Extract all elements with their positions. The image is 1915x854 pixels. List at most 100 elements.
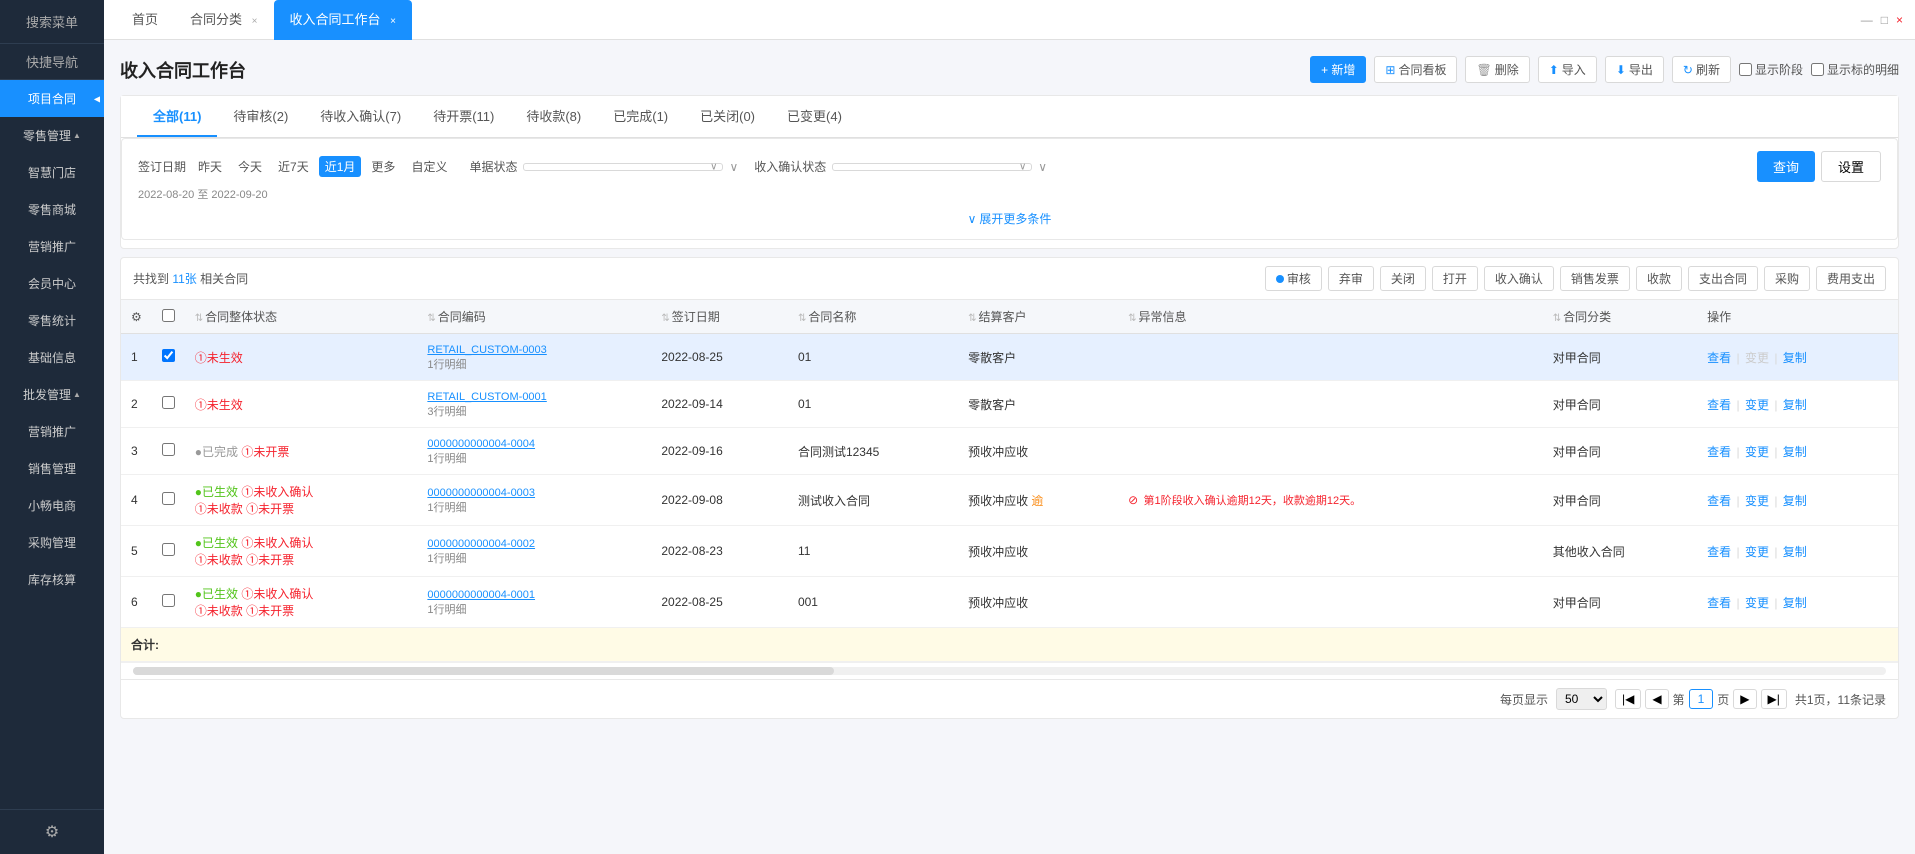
show-details-checkbox[interactable]: 显示标的明细 [1811,61,1899,78]
th-name[interactable]: 合同名称 [788,300,958,334]
op-view-6[interactable]: 查看 [1707,596,1731,610]
sidebar-item-sales-mgmt[interactable]: 销售管理 [0,450,104,487]
action-expense[interactable]: 费用支出 [1816,266,1886,291]
row-checkbox-1[interactable] [162,349,175,362]
row-checkbox-4[interactable] [162,492,175,505]
doc-status-select[interactable] [523,163,723,171]
code-link-4[interactable]: 0000000000004-0003 [427,487,535,499]
op-view-2[interactable]: 查看 [1707,398,1731,412]
show-segments-input[interactable] [1739,63,1752,76]
page-next-btn[interactable]: ▶ [1733,689,1756,709]
horizontal-scrollbar[interactable] [121,662,1898,679]
op-copy-2[interactable]: 复制 [1783,398,1807,412]
maximize-btn[interactable]: □ [1881,13,1888,27]
contract-board-button[interactable]: ⊞ 合同看板 [1374,56,1457,83]
op-view-1[interactable]: 查看 [1707,351,1731,365]
op-view-5[interactable]: 查看 [1707,545,1731,559]
date-opt-last1month[interactable]: 近1月 [319,156,362,177]
close-btn-window[interactable]: × [1896,13,1903,27]
sidebar-item-inventory[interactable]: 库存核算 [0,561,104,598]
sidebar-item-project[interactable]: 项目合同 ◀ [0,80,104,117]
action-review[interactable]: 审核 [1265,266,1322,291]
income-confirm-select[interactable] [832,163,1032,171]
op-copy-3[interactable]: 复制 [1783,445,1807,459]
gear-icon[interactable]: ⚙ [12,822,92,842]
date-opt-today[interactable]: 今天 [232,156,268,177]
filter-tab-closed[interactable]: 已关闭(0) [684,96,771,137]
code-link-3[interactable]: 0000000000004-0004 [427,438,535,450]
minimize-btn[interactable]: — [1861,13,1873,27]
th-exception[interactable]: 异常信息 [1118,300,1543,334]
date-opt-last7[interactable]: 近7天 [272,156,315,177]
setting-button[interactable]: 设置 [1821,151,1881,182]
date-opt-more[interactable]: 更多 [365,156,401,177]
filter-tab-pending-payment[interactable]: 待收款(8) [510,96,597,137]
scroll-thumb[interactable] [133,667,834,675]
th-sign-date[interactable]: 签订日期 [651,300,788,334]
cell-cb-6[interactable] [152,577,185,628]
tab-income-workbench[interactable]: 收入合同工作台 × [274,0,412,40]
sidebar-item-member[interactable]: 会员中心 [0,265,104,302]
date-opt-yesterday[interactable]: 昨天 [192,156,228,177]
new-button[interactable]: + 新增 [1310,56,1366,83]
th-customer[interactable]: 结算客户 [958,300,1118,334]
row-checkbox-2[interactable] [162,396,175,409]
sidebar-item-retail-stats[interactable]: 零售统计 [0,302,104,339]
page-prev-btn[interactable]: ◀ [1645,689,1668,709]
tab-contract-category[interactable]: 合同分类 × [174,0,273,40]
sidebar-item-purchase[interactable]: 采购管理 [0,524,104,561]
cell-cb-2[interactable] [152,381,185,428]
action-out-contract[interactable]: 支出合同 [1688,266,1758,291]
show-segments-checkbox[interactable]: 显示阶段 [1739,61,1803,78]
op-copy-4[interactable]: 复制 [1783,494,1807,508]
cell-cb-3[interactable] [152,428,185,475]
filter-tab-changed[interactable]: 已变更(4) [771,96,858,137]
filter-tab-pending-review[interactable]: 待审核(2) [217,96,304,137]
op-copy-5[interactable]: 复制 [1783,545,1807,559]
query-button[interactable]: 查询 [1757,151,1815,182]
page-last-btn[interactable]: ▶| [1761,689,1787,709]
tab-income-workbench-close[interactable]: × [390,16,396,27]
op-change-2[interactable]: 变更 [1745,398,1769,412]
per-page-select[interactable]: 50 100 [1556,688,1607,710]
select-all-checkbox[interactable] [162,309,175,322]
cell-cb-5[interactable] [152,526,185,577]
op-copy-6[interactable]: 复制 [1783,596,1807,610]
action-sales-invoice[interactable]: 销售发票 [1560,266,1630,291]
op-change-4[interactable]: 变更 [1745,494,1769,508]
row-checkbox-5[interactable] [162,543,175,556]
action-income-confirm[interactable]: 收入确认 [1484,266,1554,291]
action-open[interactable]: 打开 [1432,266,1478,291]
delete-button[interactable]: 🗑 删除 [1465,56,1529,83]
refresh-button[interactable]: ↻ 刷新 [1672,56,1731,83]
row-checkbox-3[interactable] [162,443,175,456]
th-status[interactable]: 合同整体状态 [185,300,418,334]
sidebar-item-retail-mgmt[interactable]: 零售管理 ▲ [0,117,104,154]
sidebar-item-base-info[interactable]: 基础信息 [0,339,104,376]
code-link-2[interactable]: RETAIL_CUSTOM-0001 [427,391,546,403]
sidebar-item-wholesale[interactable]: 批发管理 ▲ [0,376,104,413]
op-change-6[interactable]: 变更 [1745,596,1769,610]
sidebar-item-smart-store[interactable]: 智慧门店 [0,154,104,191]
export-button[interactable]: ⬇ 导出 [1605,56,1664,83]
th-checkbox[interactable] [152,300,185,334]
action-abandon[interactable]: 弃审 [1328,266,1374,291]
date-opt-custom[interactable]: 自定义 [405,156,453,177]
code-link-5[interactable]: 0000000000004-0002 [427,538,535,550]
filter-tab-pending-invoice[interactable]: 待开票(11) [417,96,510,137]
sidebar-search[interactable]: 搜索菜单 [0,0,104,44]
sidebar-item-ecommerce[interactable]: 小畅电商 [0,487,104,524]
filter-tab-all[interactable]: 全部(11) [137,96,217,137]
tab-home[interactable]: 首页 [116,0,174,40]
action-payment[interactable]: 收款 [1636,266,1682,291]
cell-cb-4[interactable] [152,475,185,526]
code-link-1[interactable]: RETAIL_CUSTOM-0003 [427,344,546,356]
code-link-6[interactable]: 0000000000004-0001 [427,589,535,601]
sidebar-item-marketing2[interactable]: 营销推广 [0,413,104,450]
expand-conditions-btn[interactable]: ∨ 展开更多条件 [968,210,1052,227]
action-close[interactable]: 关闭 [1380,266,1426,291]
op-view-4[interactable]: 查看 [1707,494,1731,508]
th-code[interactable]: 合同编码 [417,300,651,334]
filter-tab-completed[interactable]: 已完成(1) [597,96,684,137]
cell-cb-1[interactable] [152,334,185,381]
